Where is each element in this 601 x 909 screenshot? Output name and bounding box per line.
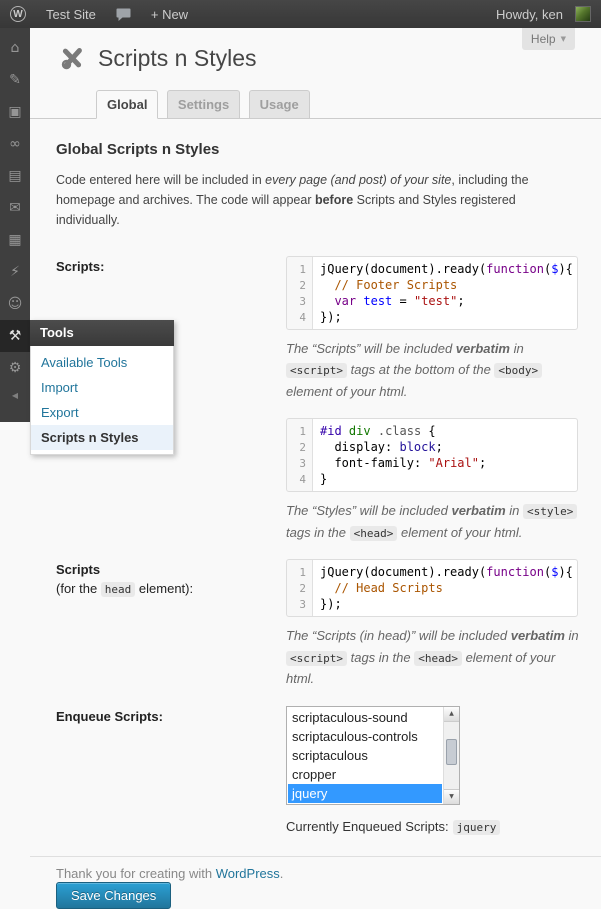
head-scripts-editor[interactable]: jQuery(document).ready(function($){ // H…: [286, 559, 578, 617]
body-tag-chip: <body>: [494, 363, 542, 378]
head-tag-chip: <head>: [350, 526, 398, 541]
option-scriptaculous-sound[interactable]: scriptaculous-sound: [288, 708, 442, 727]
tab-bar: Global Settings Usage: [30, 90, 601, 119]
sidebar-item-comments[interactable]: ✉: [0, 192, 30, 224]
section-heading: Global Scripts n Styles: [56, 141, 575, 158]
sidebar-item-pages[interactable]: ▤: [0, 160, 30, 192]
sidebar-item-settings[interactable]: ⚙: [0, 352, 30, 384]
option-scriptaculous-controls[interactable]: scriptaculous-controls: [288, 727, 442, 746]
styles-field: #id div .class { display: block; font-fa…: [286, 418, 580, 543]
wordpress-link[interactable]: WordPress: [216, 866, 280, 881]
arrow-up-icon: ▲: [449, 710, 454, 717]
sidebar-item-appearance[interactable]: ▦: [0, 224, 30, 256]
scripts-note: The “Scripts” will be included verbatim …: [286, 338, 580, 402]
flyout-item-scripts-n-styles[interactable]: Scripts n Styles: [31, 425, 173, 450]
head-scripts-label: Scripts (for the head element):: [56, 559, 286, 689]
collapse-menu-button[interactable]: ◀: [0, 384, 30, 406]
sidebar: ⌂ ✎ ▣ ∞ ▤ ✉ ▦ ⚡ ☺ ⚒ ⚙ ◀: [0, 28, 30, 422]
sidebar-item-dashboard[interactable]: ⌂: [0, 32, 30, 64]
tools-icon: ⚒: [9, 328, 22, 344]
sidebar-item-posts[interactable]: ✎: [0, 64, 30, 96]
enqueue-select[interactable]: scriptaculous-sound scriptaculous-contro…: [286, 706, 460, 805]
script-tag-chip: <script>: [286, 363, 347, 378]
currently-enqueued: Currently Enqueued Scripts:jquery: [286, 819, 580, 834]
form-row-enqueue: Enqueue Scripts: scriptaculous-sound scr…: [56, 706, 575, 834]
sidebar-item-links[interactable]: ∞: [0, 128, 30, 160]
scripts-editor[interactable]: jQuery(document).ready(function($){ // F…: [286, 256, 578, 330]
flyout-item-import[interactable]: Import: [31, 375, 173, 400]
sidebar-item-users[interactable]: ☺: [0, 288, 30, 320]
scrollbar-down-button[interactable]: ▼: [444, 789, 459, 804]
sidebar-item-tools[interactable]: ⚒: [0, 320, 30, 352]
tab-usage[interactable]: Usage: [249, 90, 310, 119]
chevron-down-icon: ▼: [561, 35, 566, 43]
new-content-button[interactable]: + New: [141, 0, 198, 28]
links-icon: ∞: [9, 136, 21, 152]
admin-bar: W Test Site + New Howdy, ken: [0, 0, 601, 28]
posts-icon: ✎: [9, 72, 21, 88]
style-tag-chip: <style>: [523, 504, 577, 519]
dashboard-icon: ⌂: [11, 40, 20, 56]
flyout-body: Available Tools Import Export Scripts n …: [30, 346, 174, 455]
scrollbar-up-button[interactable]: ▲: [444, 707, 459, 722]
admin-bar-left: W Test Site + New: [0, 0, 198, 28]
pages-icon: ▤: [8, 168, 21, 184]
tab-settings[interactable]: Settings: [167, 90, 240, 119]
admin-bar-right: Howdy, ken: [486, 0, 601, 28]
main-content: Help ▼ Scripts n Styles Global Settings …: [30, 28, 601, 889]
howdy-menu[interactable]: Howdy, ken: [486, 0, 573, 28]
tab-global[interactable]: Global: [96, 90, 158, 119]
appearance-icon: ▦: [8, 232, 21, 248]
option-scriptaculous[interactable]: scriptaculous: [288, 746, 442, 765]
enqueue-options: scriptaculous-sound scriptaculous-contro…: [288, 708, 442, 803]
plugins-icon: ⚡: [10, 264, 20, 280]
title-row: Scripts n Styles: [56, 42, 575, 74]
media-icon: ▣: [8, 104, 21, 120]
users-icon: ☺: [8, 296, 23, 312]
flyout-item-available-tools[interactable]: Available Tools: [31, 350, 173, 375]
form-row-head-scripts: Scripts (for the head element): jQuery(d…: [56, 559, 575, 689]
comments-bubble-icon[interactable]: [106, 0, 141, 28]
arrow-down-icon: ▼: [449, 793, 454, 800]
collapse-arrow-icon: ◀: [12, 391, 18, 400]
head-tag-chip: <head>: [414, 651, 462, 666]
flyout-item-export[interactable]: Export: [31, 400, 173, 425]
script-tag-chip: <script>: [286, 651, 347, 666]
enqueue-label: Enqueue Scripts:: [56, 706, 286, 834]
footer: Thank you for creating with WordPress.: [30, 856, 601, 889]
sidebar-item-media[interactable]: ▣: [0, 96, 30, 128]
flyout-title[interactable]: Tools: [30, 320, 174, 346]
help-tab[interactable]: Help ▼: [522, 28, 575, 50]
comments-icon: ✉: [9, 200, 21, 216]
enqueued-script-chip: jquery: [453, 820, 501, 835]
option-cropper[interactable]: cropper: [288, 765, 442, 784]
head-scripts-field: jQuery(document).ready(function($){ // H…: [286, 559, 580, 689]
styles-note: The “Styles” will be included verbatim i…: [286, 500, 580, 543]
option-jquery[interactable]: jquery: [288, 784, 442, 803]
intro-paragraph: Code entered here will be included in ev…: [56, 170, 564, 230]
styles-editor[interactable]: #id div .class { display: block; font-fa…: [286, 418, 578, 492]
head-scripts-note: The “Scripts (in head)” will be included…: [286, 625, 580, 689]
settings-icon: ⚙: [9, 360, 22, 376]
tools-flyout: Tools Available Tools Import Export Scri…: [30, 320, 174, 455]
sidebar-item-plugins[interactable]: ⚡: [0, 256, 30, 288]
scripts-n-styles-icon: [56, 42, 88, 74]
page-title: Scripts n Styles: [98, 45, 257, 72]
scrollbar-thumb[interactable]: [446, 739, 457, 765]
scripts-field: jQuery(document).ready(function($){ // F…: [286, 256, 580, 402]
enqueue-field: scriptaculous-sound scriptaculous-contro…: [286, 706, 580, 834]
site-name-link[interactable]: Test Site: [36, 0, 106, 28]
head-element-chip: head: [101, 582, 136, 597]
wordpress-logo-icon[interactable]: W: [0, 0, 36, 28]
user-avatar[interactable]: [575, 6, 591, 22]
scrollbar[interactable]: ▲ ▼: [443, 707, 459, 804]
